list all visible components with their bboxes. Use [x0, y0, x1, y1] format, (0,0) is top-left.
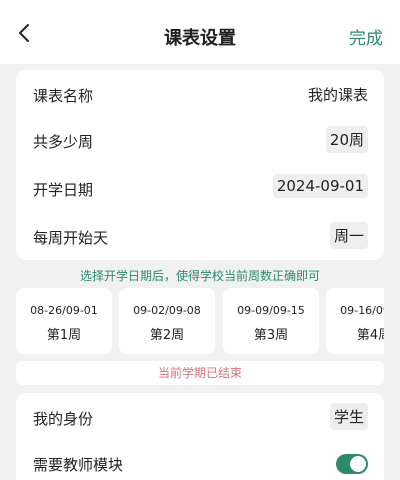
timetable-settings-card: 课表名称 我的课表 共多少周 20周 开学日期 2024-09-01 每周开始天…	[16, 70, 384, 260]
week-card-3[interactable]: 09-09/09-15 第3周	[223, 288, 319, 354]
week-start-day-label: 每周开始天	[33, 229, 109, 247]
week-start-day-row[interactable]: 每周开始天 周一	[16, 214, 384, 258]
identity-value[interactable]: 学生	[329, 403, 368, 430]
week-number: 第3周	[253, 328, 289, 343]
start-date-row[interactable]: 开学日期 2024-09-01	[16, 166, 384, 210]
week-start-day-value[interactable]: 周一	[329, 222, 368, 249]
total-weeks-label: 共多少周	[33, 133, 94, 151]
teacher-module-row: 需要教师模块	[16, 441, 384, 480]
done-button[interactable]: 完成	[349, 24, 383, 49]
week-range: 08-26/09-01	[30, 304, 98, 317]
week-number: 第4周	[356, 328, 384, 343]
week-range: 09-16/09-22	[340, 304, 384, 317]
start-date-value[interactable]: 2024-09-01	[272, 174, 368, 198]
semester-status: 当前学期已结束	[16, 361, 384, 385]
week-card-1[interactable]: 08-26/09-01 第1周	[16, 288, 112, 354]
week-range: 09-09/09-15	[237, 304, 305, 317]
identity-row[interactable]: 我的身份 学生	[16, 395, 384, 439]
timetable-name-row[interactable]: 课表名称 我的课表	[16, 72, 384, 116]
week-number: 第2周	[149, 328, 185, 343]
week-number: 第1周	[46, 328, 82, 343]
teacher-module-toggle[interactable]	[336, 454, 368, 474]
toggle-knob	[350, 456, 366, 472]
identity-card: 我的身份 学生 需要教师模块	[16, 393, 384, 480]
top-bar: 课表设置 完成	[0, 0, 400, 64]
identity-label: 我的身份	[33, 410, 94, 428]
start-date-hint: 选择开学日期后，使得学校当前周数正确即可	[79, 269, 320, 283]
total-weeks-value[interactable]: 20周	[325, 126, 368, 153]
week-selector[interactable]: 08-26/09-01 第1周 09-02/09-08 第2周 09-09/09…	[16, 288, 384, 354]
page-title: 课表设置	[164, 28, 236, 49]
timetable-name-value[interactable]: 我的课表	[308, 84, 368, 105]
week-card-2[interactable]: 09-02/09-08 第2周	[119, 288, 215, 354]
timetable-name-label: 课表名称	[33, 87, 94, 105]
teacher-module-label: 需要教师模块	[33, 456, 124, 474]
week-range: 09-02/09-08	[133, 304, 201, 317]
total-weeks-row[interactable]: 共多少周 20周	[16, 118, 384, 162]
week-card-4[interactable]: 09-16/09-22 第4周	[326, 288, 384, 354]
start-date-label: 开学日期	[33, 181, 94, 199]
